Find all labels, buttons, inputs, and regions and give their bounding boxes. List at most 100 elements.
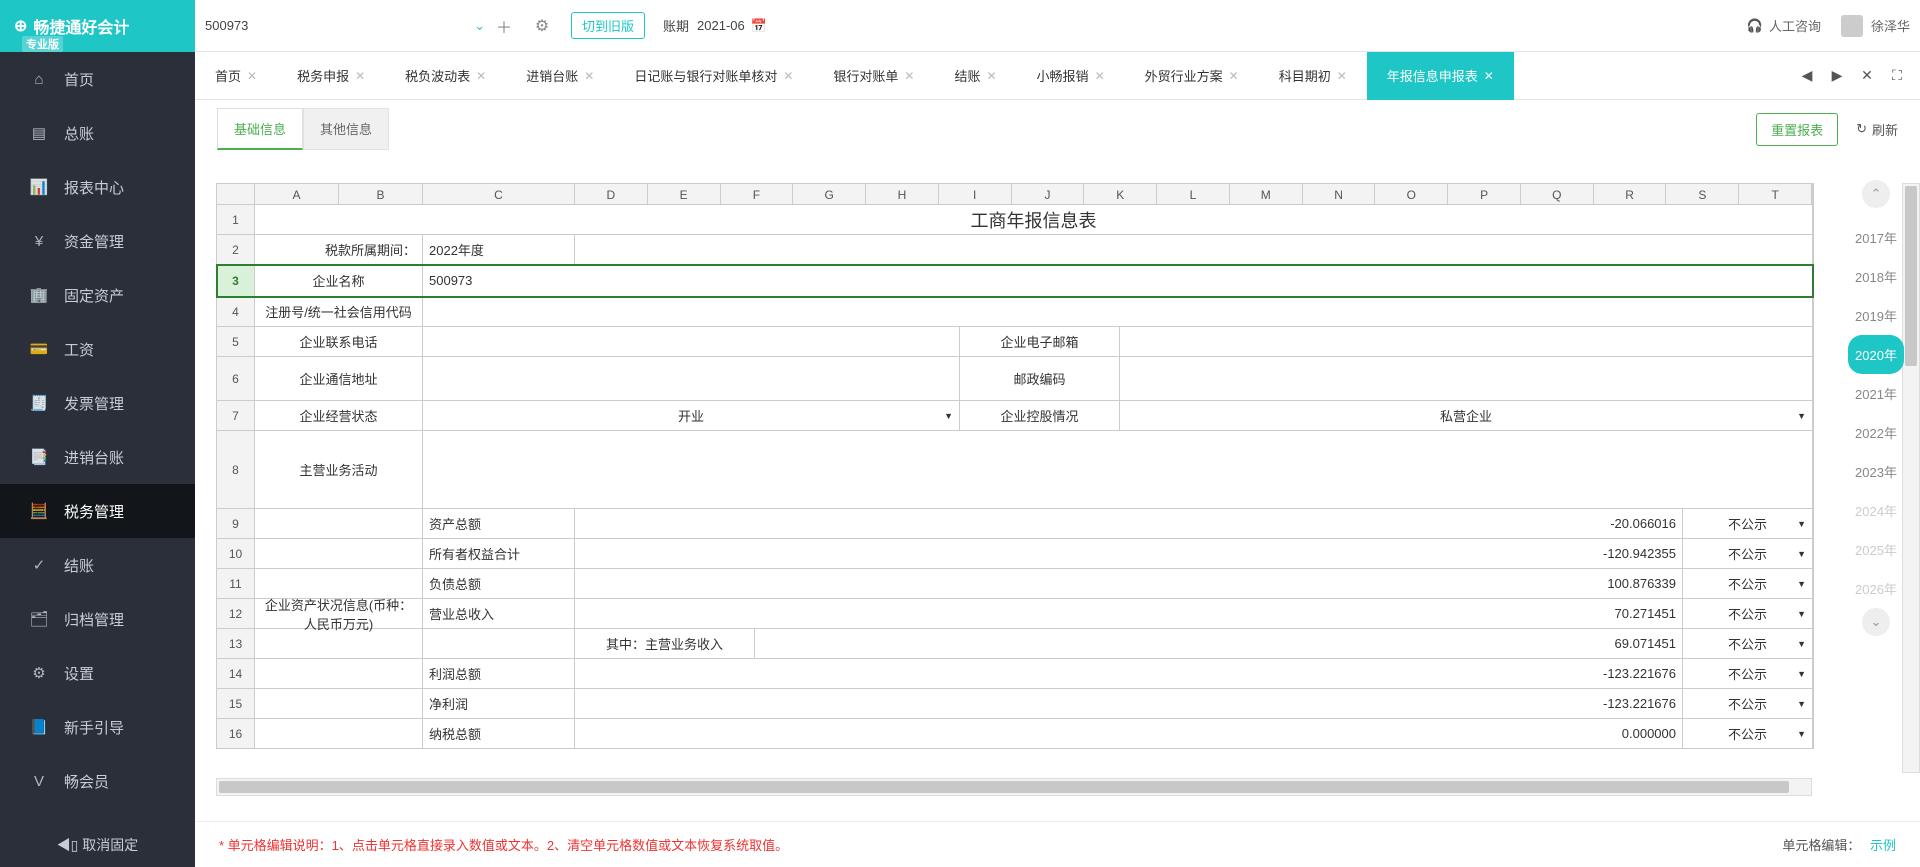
period-value-cell[interactable]: 2022年度 [423, 235, 575, 264]
horizontal-scrollbar[interactable] [216, 778, 1812, 796]
year-2020年[interactable]: 2020年 [1848, 335, 1904, 374]
nav-reports[interactable]: 📊报表中心 [0, 160, 195, 214]
nav-home[interactable]: ⌂首页 [0, 52, 195, 106]
year-up-icon[interactable]: ⌃ [1862, 180, 1890, 208]
row-header-13[interactable]: 13 [217, 629, 255, 658]
tab-close-icon[interactable]: ✕ [1229, 69, 1239, 83]
year-2022年[interactable]: 2022年 [1848, 413, 1904, 452]
year-2019年[interactable]: 2019年 [1848, 296, 1904, 335]
row-header-9[interactable]: 9 [217, 509, 255, 538]
subtab-基础信息[interactable]: 基础信息 [217, 108, 303, 150]
gear-icon[interactable]: ⚙ [529, 13, 555, 39]
col-G[interactable]: G [793, 184, 866, 204]
refresh-button[interactable]: ↻ 刷新 [1856, 120, 1898, 139]
cell-2-rest[interactable] [575, 235, 1813, 264]
tab-银行对账单[interactable]: 银行对账单✕ [813, 52, 934, 100]
value-11[interactable]: 100.876339 [575, 569, 1683, 598]
user-menu[interactable]: 徐泽华 [1841, 15, 1910, 37]
tab-close-icon[interactable]: ✕ [1484, 69, 1494, 83]
select-publish-16[interactable]: 不公示 [1683, 719, 1813, 748]
row-header-15[interactable]: 15 [217, 689, 255, 718]
select-holding[interactable]: 私营企业 [1120, 401, 1813, 430]
vertical-scrollbar[interactable] [1902, 183, 1920, 773]
tabs-next-icon[interactable]: ▶ [1822, 61, 1852, 91]
col-M[interactable]: M [1230, 184, 1303, 204]
nav-vip[interactable]: V畅会员 [0, 754, 195, 808]
value-9[interactable]: -20.066016 [575, 509, 1683, 538]
value-14[interactable]: -123.221676 [575, 659, 1683, 688]
col-J[interactable]: J [1012, 184, 1085, 204]
row-header-8[interactable]: 8 [217, 431, 255, 508]
col-K[interactable]: K [1084, 184, 1157, 204]
nav-psi[interactable]: 📑进销台账 [0, 430, 195, 484]
tab-close-icon[interactable]: ✕ [476, 69, 486, 83]
select-publish-14[interactable]: 不公示 [1683, 659, 1813, 688]
example-link[interactable]: 示例 [1870, 838, 1896, 853]
tab-结账[interactable]: 结账✕ [934, 52, 1016, 100]
reset-report-button[interactable]: 重置报表 [1756, 113, 1838, 146]
tab-科目期初[interactable]: 科目期初✕ [1259, 52, 1367, 100]
col-P[interactable]: P [1448, 184, 1521, 204]
select-publish-12[interactable]: 不公示 [1683, 599, 1813, 628]
nav-salary[interactable]: 💳工资 [0, 322, 195, 376]
tabs-close-icon[interactable]: ✕ [1852, 61, 1882, 91]
row-header-11[interactable]: 11 [217, 569, 255, 598]
col-I[interactable]: I [939, 184, 1012, 204]
input-email[interactable] [1120, 327, 1813, 356]
col-C[interactable]: C [423, 184, 575, 204]
select-publish-9[interactable]: 不公示 [1683, 509, 1813, 538]
tab-税负波动表[interactable]: 税负波动表✕ [385, 52, 506, 100]
select-status[interactable]: 开业 [423, 401, 960, 430]
value-16[interactable]: 0.000000 [575, 719, 1683, 748]
select-publish-13[interactable]: 不公示 [1683, 629, 1813, 658]
nav-tax[interactable]: 🧮税务管理 [0, 484, 195, 538]
period-value[interactable]: 2021-06 [697, 18, 745, 33]
tab-小畅报销[interactable]: 小畅报销✕ [1017, 52, 1125, 100]
tab-close-icon[interactable]: ✕ [986, 69, 996, 83]
col-R[interactable]: R [1594, 184, 1667, 204]
row-header-6[interactable]: 6 [217, 357, 255, 400]
input-company-name[interactable]: 500973 [423, 265, 1813, 296]
nav-close[interactable]: ✓结账 [0, 538, 195, 592]
col-L[interactable]: L [1157, 184, 1230, 204]
input-main-biz[interactable] [423, 431, 1813, 508]
unpin-button[interactable]: ◀▯ 取消固定 [0, 835, 195, 855]
tab-close-icon[interactable]: ✕ [584, 69, 594, 83]
tab-日记账与银行对账单核对[interactable]: 日记账与银行对账单核对✕ [614, 52, 813, 100]
nav-assets[interactable]: 🏢固定资产 [0, 268, 195, 322]
row-header-10[interactable]: 10 [217, 539, 255, 568]
nav-funds[interactable]: ¥资金管理 [0, 214, 195, 268]
col-H[interactable]: H [866, 184, 939, 204]
tab-close-icon[interactable]: ✕ [1337, 69, 1347, 83]
subtab-其他信息[interactable]: 其他信息 [303, 108, 389, 150]
value-10[interactable]: -120.942355 [575, 539, 1683, 568]
nav-invoice[interactable]: 🧾发票管理 [0, 376, 195, 430]
nav-ledger[interactable]: ▤总账 [0, 106, 195, 160]
calendar-icon[interactable]: 📅 [751, 18, 767, 34]
col-S[interactable]: S [1666, 184, 1739, 204]
tab-close-icon[interactable]: ✕ [783, 69, 793, 83]
row-header-14[interactable]: 14 [217, 659, 255, 688]
year-2017年[interactable]: 2017年 [1848, 218, 1904, 257]
consult-button[interactable]: 🎧 人工咨询 [1747, 16, 1821, 35]
tabs-prev-icon[interactable]: ◀ [1792, 61, 1822, 91]
tab-close-icon[interactable]: ✕ [904, 69, 914, 83]
row-header-1[interactable]: 1 [217, 205, 255, 234]
select-publish-15[interactable]: 不公示 [1683, 689, 1813, 718]
year-2023年[interactable]: 2023年 [1848, 452, 1904, 491]
row-header-7[interactable]: 7 [217, 401, 255, 430]
year-down-icon[interactable]: ⌄ [1862, 608, 1890, 636]
col-Q[interactable]: Q [1521, 184, 1594, 204]
col-N[interactable]: N [1303, 184, 1376, 204]
select-all-corner[interactable] [217, 184, 255, 204]
company-selector[interactable]: 500973 ⌄ [205, 11, 485, 41]
col-A[interactable]: A [255, 184, 339, 204]
tab-首页[interactable]: 首页✕ [195, 52, 277, 100]
row-header-3[interactable]: 3 [217, 265, 255, 296]
nav-settings[interactable]: ⚙设置 [0, 646, 195, 700]
tab-close-icon[interactable]: ✕ [355, 69, 365, 83]
col-B[interactable]: B [339, 184, 423, 204]
add-icon[interactable]: ＋ [491, 13, 517, 39]
year-2018年[interactable]: 2018年 [1848, 257, 1904, 296]
value-13[interactable]: 69.071451 [755, 629, 1683, 658]
